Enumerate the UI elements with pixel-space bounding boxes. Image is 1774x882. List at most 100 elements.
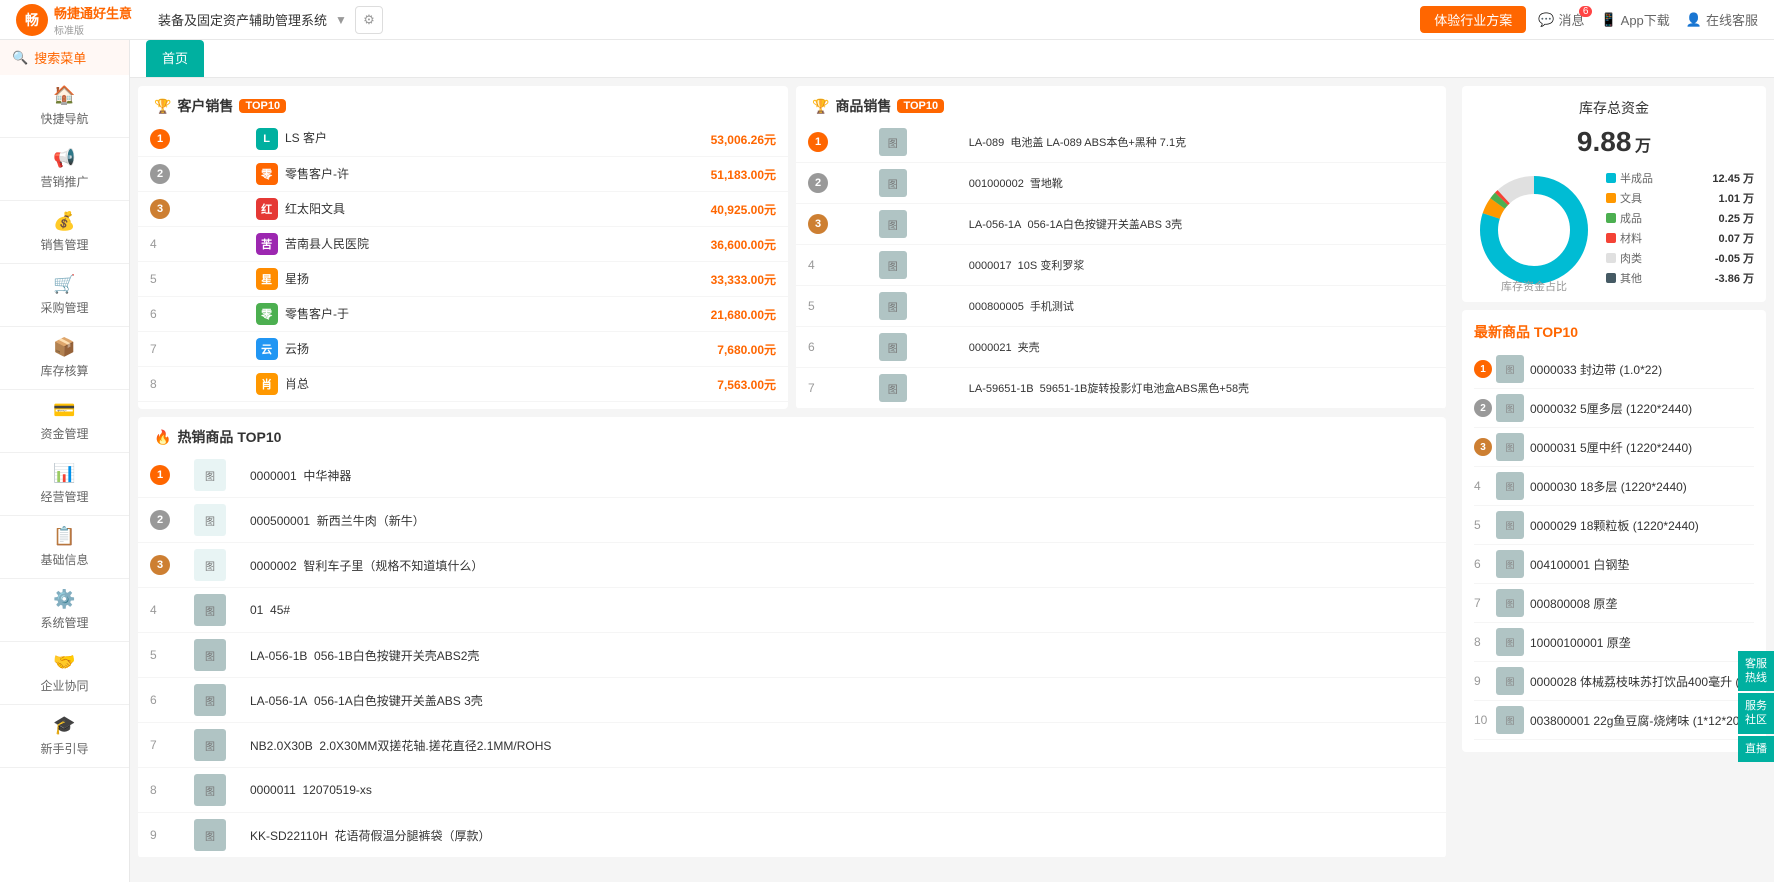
main-layout: 🔍 搜索菜单 🏠 快捷导航 📢 营销推广 💰 销售管理 🛒 采购管理 📦 库存核… xyxy=(0,40,1774,882)
table-row: 4 图 01 45# xyxy=(138,588,1446,633)
settings-icon[interactable]: ⚙ xyxy=(355,6,383,34)
sidebar-item-guide[interactable]: 🎓 新手引导 xyxy=(0,705,129,768)
rank-label: 10 xyxy=(1474,713,1496,727)
amount-cell: 53,006.26元 xyxy=(573,122,788,157)
sales-icon: 💰 xyxy=(53,211,75,232)
service-icon: 👤 xyxy=(1686,12,1702,28)
float-buttons: 客服热线 服务社区 直播 xyxy=(1738,651,1774,762)
system-selector[interactable]: 装备及固定资产辅助管理系统 ▼ ⚙ xyxy=(158,6,1408,34)
rank-label: 1 xyxy=(1474,360,1496,378)
legend-item: 其他 -3.86 万 xyxy=(1606,270,1754,286)
legend-item: 文具 1.01 万 xyxy=(1606,190,1754,206)
customer-name-cell: 星 星扬 xyxy=(244,262,574,297)
logo-icon: 畅 xyxy=(16,4,48,36)
service-community-button[interactable]: 服务社区 xyxy=(1738,693,1774,734)
trial-button[interactable]: 体验行业方案 xyxy=(1420,6,1526,33)
search-icon: 🔍 xyxy=(12,50,28,66)
content-body: 🏆 客户销售 TOP10 1 L LS 客户 53,006.26元 2 零 零售… xyxy=(130,78,1774,882)
legend-item: 半成品 12.45 万 xyxy=(1606,170,1754,186)
sidebar-item-cooperation[interactable]: 🤝 企业协同 xyxy=(0,642,129,705)
inventory-section: 库存总资金 9.88 万 xyxy=(1462,86,1766,302)
product-info-cell: KK-SD22110H 花语荷假温分腿裤袋（厚款） xyxy=(238,813,1446,858)
chart-label: 库存资金占比 xyxy=(1501,278,1567,294)
product-img-cell: 图 xyxy=(867,204,957,245)
rank-cell: 5 xyxy=(138,633,182,678)
product-img-cell: 图 xyxy=(867,286,957,327)
list-item: 3 图 0000031 5厘中纤 (1220*2440) xyxy=(1474,428,1754,467)
product-img-cell: 图 xyxy=(867,163,957,204)
sidebar-item-inventory[interactable]: 📦 库存核算 xyxy=(0,327,129,390)
rank-cell: 8 xyxy=(138,367,244,402)
app-download-button[interactable]: 📱 App下载 xyxy=(1600,10,1669,29)
rank-cell: 1 xyxy=(796,122,867,163)
customer-name-cell: 零 零售客户-于 xyxy=(244,297,574,332)
top-customers-badge: TOP10 xyxy=(239,99,286,113)
table-row: 5 图 000800005 手机测试 xyxy=(796,286,1446,327)
table-row: 2 零 零售客户-许 51,183.00元 xyxy=(138,157,788,192)
mobile-icon: 📱 xyxy=(1600,12,1616,28)
product-thumbnail: 图 xyxy=(1496,472,1524,500)
sidebar-search[interactable]: 🔍 搜索菜单 xyxy=(0,40,129,75)
table-row: 7 云 云扬 7,680.00元 xyxy=(138,332,788,367)
rank-label: 7 xyxy=(1474,596,1496,610)
tab-home[interactable]: 首页 xyxy=(146,40,204,77)
sidebar-item-marketing[interactable]: 📢 营销推广 xyxy=(0,138,129,201)
list-item: 6 图 004100001 白钢垫 xyxy=(1474,545,1754,584)
customer-service-button[interactable]: 客服热线 xyxy=(1738,651,1774,692)
product-info-cell: 0000021 夹壳 xyxy=(957,327,1446,368)
topbar: 畅 畅捷通好生意 标准版 装备及固定资产辅助管理系统 ▼ ⚙ 体验行业方案 💬 … xyxy=(0,0,1774,40)
table-row: 6 图 0000021 夹壳 xyxy=(796,327,1446,368)
table-row: 9 图 KK-SD22110H 花语荷假温分腿裤袋（厚款） xyxy=(138,813,1446,858)
trophy2-icon: 🏆 xyxy=(812,98,829,115)
legend-item: 材料 0.07 万 xyxy=(1606,230,1754,246)
amount-cell: 51,183.00元 xyxy=(573,157,788,192)
table-row: 6 图 LA-056-1A 056-1A白色按键开关盖ABS 3壳 xyxy=(138,678,1446,723)
sidebar-item-navigation[interactable]: 🏠 快捷导航 xyxy=(0,75,129,138)
table-row: 1 L LS 客户 53,006.26元 xyxy=(138,122,788,157)
sidebar-item-operations[interactable]: 📊 经营管理 xyxy=(0,453,129,516)
message-badge: 6 xyxy=(1579,6,1593,17)
rank-cell: 6 xyxy=(138,678,182,723)
messages-button[interactable]: 💬 消息 6 xyxy=(1538,10,1584,29)
dropdown-icon[interactable]: ▼ xyxy=(335,13,347,27)
sidebar-item-basics[interactable]: 📋 基础信息 xyxy=(0,516,129,579)
newest-header: 最新商品 TOP10 xyxy=(1474,322,1754,342)
product-info-cell: LA-056-1A 056-1A白色按键开关盖ABS 3壳 xyxy=(957,204,1446,245)
rank-cell: 3 xyxy=(796,204,867,245)
product-img-cell: 图 xyxy=(867,122,957,163)
rank-cell: 2 xyxy=(138,157,244,192)
inventory-chart-area: 库存资金占比 半成品 12.45 万 文具 1.01 万 成品 0.25 万 材… xyxy=(1474,170,1754,290)
rank-cell: 4 xyxy=(138,588,182,633)
table-row: 6 零 零售客户-于 21,680.00元 xyxy=(138,297,788,332)
rank-cell: 5 xyxy=(796,286,867,327)
sidebar-item-system[interactable]: ⚙️ 系统管理 xyxy=(0,579,129,642)
product-info-cell: 0000017 10S 变利罗浆 xyxy=(957,245,1446,286)
finance-icon: 💳 xyxy=(53,400,75,421)
basics-icon: 📋 xyxy=(53,526,75,547)
rank-cell: 2 xyxy=(796,163,867,204)
sidebar-item-finance[interactable]: 💳 资金管理 xyxy=(0,390,129,453)
product-info-cell: 01 45# xyxy=(238,588,1446,633)
product-name-label: 0000030 18多层 (1220*2440) xyxy=(1530,478,1754,495)
sidebar-item-purchase[interactable]: 🛒 采购管理 xyxy=(0,264,129,327)
online-service-button[interactable]: 👤 在线客服 xyxy=(1686,10,1758,29)
live-button[interactable]: 直播 xyxy=(1738,736,1774,762)
inventory-total: 9.88 万 xyxy=(1474,126,1754,158)
rank-cell: 1 xyxy=(138,122,244,157)
table-row: 5 星 星扬 33,333.00元 xyxy=(138,262,788,297)
rank-label: 2 xyxy=(1474,399,1496,417)
rank-cell: 8 xyxy=(138,768,182,813)
inventory-unit: 万 xyxy=(1635,138,1651,155)
table-row: 3 图 LA-056-1A 056-1A白色按键开关盖ABS 3壳 xyxy=(796,204,1446,245)
list-item: 2 图 0000032 5厘多层 (1220*2440) xyxy=(1474,389,1754,428)
list-item: 5 图 0000029 18颗粒板 (1220*2440) xyxy=(1474,506,1754,545)
sidebar-item-sales[interactable]: 💰 销售管理 xyxy=(0,201,129,264)
rank-cell: 6 xyxy=(138,297,244,332)
table-row: 7 图 LA-59651-1B 59651-1B旋转投影灯电池盒ABS黑色+58… xyxy=(796,368,1446,409)
product-thumbnail: 图 xyxy=(1496,550,1524,578)
product-name-label: 0000028 体械荔枝味苏打饮品400毫升 (1*15) xyxy=(1530,673,1754,690)
rank-cell: 1 xyxy=(138,453,182,498)
rank-cell: 6 xyxy=(796,327,867,368)
inventory-title: 库存总资金 xyxy=(1474,98,1754,118)
newest-list: 1 图 0000033 封边带 (1.0*22) 2 图 0000032 5厘多… xyxy=(1474,350,1754,740)
